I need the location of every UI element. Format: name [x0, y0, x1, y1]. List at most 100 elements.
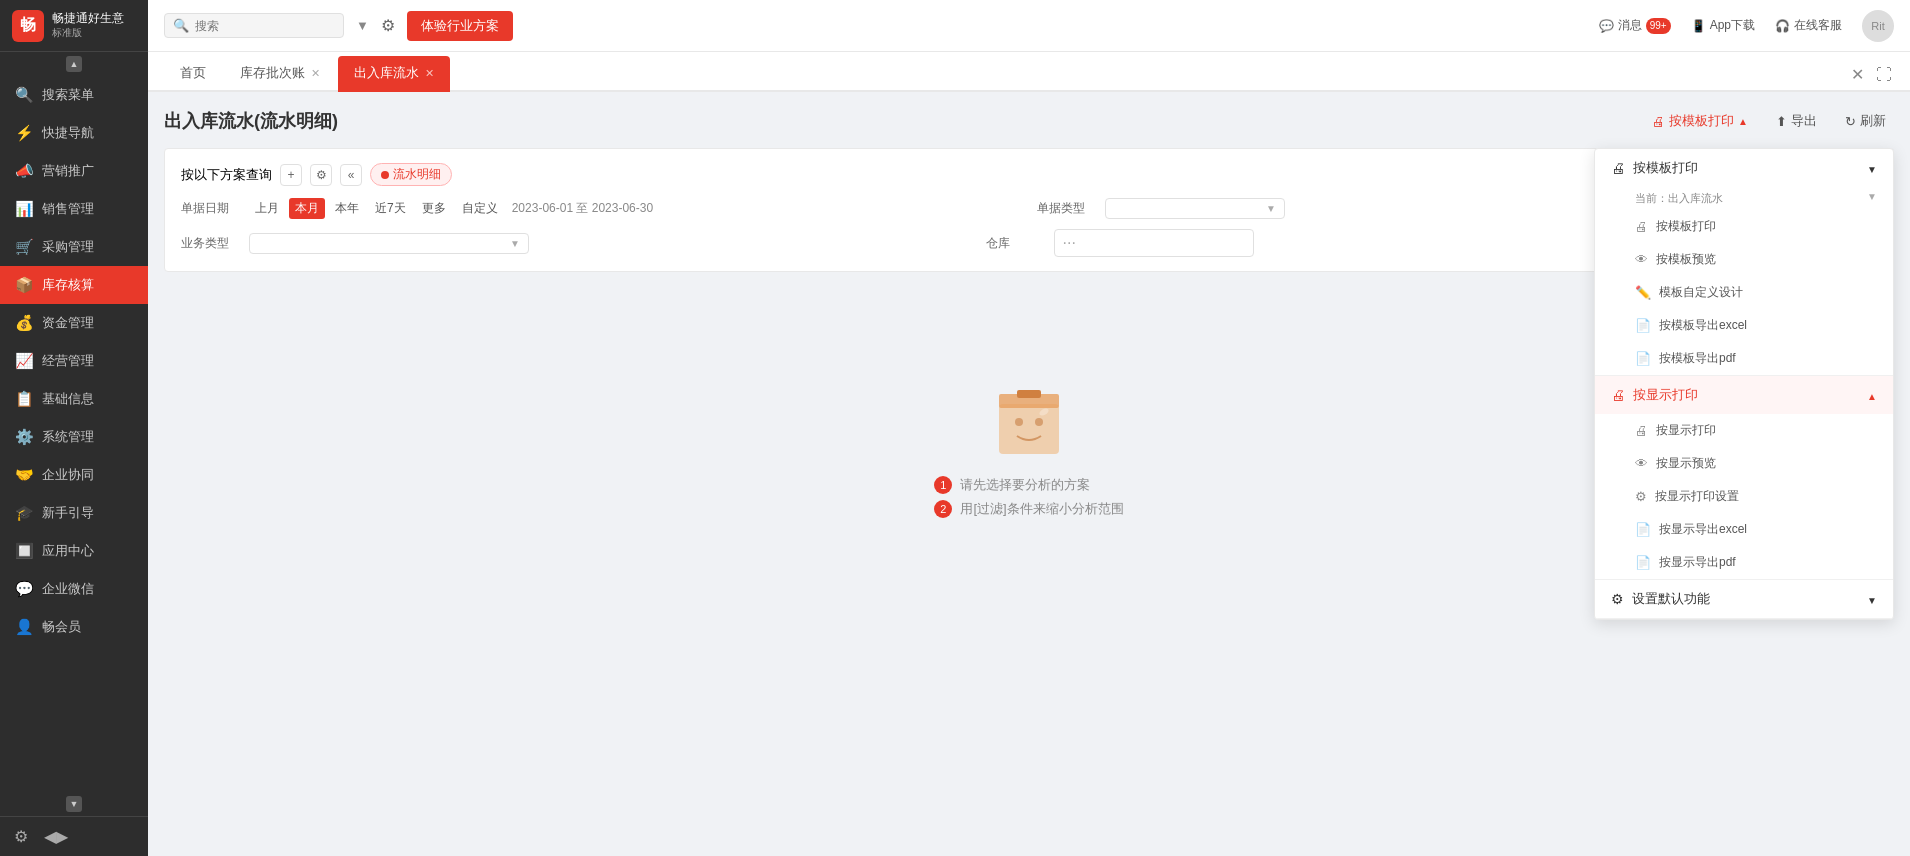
tab-flow-close[interactable]: ✕ [425, 68, 434, 79]
display-print-header[interactable]: 🖨 按显示打印 [1595, 376, 1893, 414]
template-current-label: 当前：出入库流水 ▼ [1595, 187, 1893, 210]
display-preview-item-label: 按显示预览 [1656, 455, 1716, 472]
sidebar-item-quicknav[interactable]: ⚡ 快捷导航 [0, 114, 148, 152]
sidebar-item-operations[interactable]: 📈 经营管理 [0, 342, 148, 380]
date-prev-month[interactable]: 上月 [249, 198, 285, 219]
sidebar-scroll-bottom[interactable]: ▼ [0, 792, 148, 816]
dropdown-arrow-icon: ▼ [356, 18, 369, 33]
step2-text: 用[过滤]条件来缩小分析范围 [960, 500, 1123, 518]
date-more[interactable]: 更多 [416, 198, 452, 219]
sidebar-item-finance[interactable]: 💰 资金管理 [0, 304, 148, 342]
sidebar-item-purchase[interactable]: 🛒 采购管理 [0, 228, 148, 266]
display-print-section: 🖨 按显示打印 🖨 按显示打印 👁 按显示预览 [1595, 376, 1893, 580]
sidebar-item-label: 采购管理 [42, 238, 94, 256]
filter-add-btn[interactable]: + [280, 164, 302, 186]
sidebar-item-newbie[interactable]: 🎓 新手引导 [0, 494, 148, 532]
scroll-down-arrow[interactable]: ▼ [66, 796, 82, 812]
print-action-btn[interactable]: 🖨 按模板打印 ▲ [1644, 108, 1756, 134]
display-print-item[interactable]: 🖨 按显示打印 [1595, 414, 1893, 447]
empty-svg [979, 364, 1079, 464]
template-preview-item[interactable]: 👁 按模板预览 [1595, 243, 1893, 276]
brand-name: 畅捷通好生意 [52, 11, 124, 27]
tab-batch[interactable]: 库存批次账 ✕ [224, 56, 336, 92]
template-print-item[interactable]: 🖨 按模板打印 [1595, 210, 1893, 243]
filter-warehouse-select[interactable]: ··· [1054, 229, 1254, 257]
scroll-up-arrow[interactable]: ▲ [66, 56, 82, 72]
tab-home[interactable]: 首页 [164, 56, 222, 92]
sidebar-item-label: 企业协同 [42, 466, 94, 484]
empty-illustration [979, 364, 1079, 464]
tabbar-right: ✕ ⛶ [1849, 63, 1894, 90]
topbar-search-box[interactable]: 🔍 [164, 13, 344, 38]
display-settings-item[interactable]: ⚙ 按显示打印设置 [1595, 480, 1893, 513]
svg-rect-0 [999, 404, 1059, 454]
trial-btn[interactable]: 体验行业方案 [407, 11, 513, 41]
sidebar-item-system[interactable]: ⚙️ 系统管理 [0, 418, 148, 456]
user-avatar[interactable]: Rit [1862, 10, 1894, 42]
template-custom-item[interactable]: ✏️ 模板自定义设计 [1595, 276, 1893, 309]
display-excel-item[interactable]: 📄 按显示导出excel [1595, 513, 1893, 546]
filter-header-label: 按以下方案查询 [181, 166, 272, 184]
export-label: 导出 [1791, 112, 1817, 130]
display-print-item-label: 按显示打印 [1656, 422, 1716, 439]
topbar-gear-icon[interactable]: ⚙ [381, 16, 395, 35]
msg-button[interactable]: 💬 消息 99+ [1599, 17, 1671, 34]
svg-point-3 [1015, 418, 1023, 426]
template-pdf-item[interactable]: 📄 按模板导出pdf [1595, 342, 1893, 375]
set-default-chevron [1867, 592, 1877, 607]
empty-steps: 1 请先选择要分析的方案 2 用[过滤]条件来缩小分析范围 [934, 476, 1123, 518]
chat-icon: 💬 [14, 580, 34, 598]
current-template-arrow: ▼ [1867, 191, 1877, 202]
sidebar-item-appcenter[interactable]: 🔲 应用中心 [0, 532, 148, 570]
sidebar-item-label: 应用中心 [42, 542, 94, 560]
display-preview-item[interactable]: 👁 按显示预览 [1595, 447, 1893, 480]
service-button[interactable]: 🎧 在线客服 [1775, 17, 1842, 34]
sidebar-item-inventory[interactable]: 📦 库存核算 [0, 266, 148, 304]
filter-doctype-select[interactable]: ▼ [1105, 198, 1285, 219]
date-current-month[interactable]: 本月 [289, 198, 325, 219]
sidebar-item-sales[interactable]: 📊 销售管理 [0, 190, 148, 228]
filter-collapse-btn[interactable]: « [340, 164, 362, 186]
tab-flow[interactable]: 出入库流水 ✕ [338, 56, 450, 92]
filter-biztype-select[interactable]: ▼ [249, 233, 529, 254]
filter-settings-btn[interactable]: ⚙ [310, 164, 332, 186]
sidebar-item-search[interactable]: 🔍 搜索菜单 [0, 76, 148, 114]
sidebar-nav: 🔍 搜索菜单 ⚡ 快捷导航 📣 营销推广 📊 销售管理 🛒 采购管理 📦 库存核… [0, 76, 148, 792]
sidebar-item-base[interactable]: 📋 基础信息 [0, 380, 148, 418]
topbar-dropdown[interactable]: ▼ [356, 18, 369, 33]
sidebar-item-label: 新手引导 [42, 504, 94, 522]
date-custom[interactable]: 自定义 [456, 198, 504, 219]
display-pdf-item[interactable]: 📄 按显示导出pdf [1595, 546, 1893, 579]
date-current-year[interactable]: 本年 [329, 198, 365, 219]
sidebar-item-entweixin[interactable]: 💬 企业微信 [0, 570, 148, 608]
handshake-icon: 🤝 [14, 466, 34, 484]
filter-biztype-field: 业务类型 ▼ [181, 233, 970, 254]
tab-maximize-icon[interactable]: ⛶ [1874, 64, 1894, 86]
date-last7[interactable]: 近7天 [369, 198, 412, 219]
sidebar-item-marketing[interactable]: 📣 营销推广 [0, 152, 148, 190]
filter-tag[interactable]: 流水明细 [370, 163, 452, 186]
sidebar-item-member[interactable]: 👤 畅会员 [0, 608, 148, 646]
tab-batch-close[interactable]: ✕ [311, 68, 320, 79]
msg-badge: 99+ [1646, 18, 1671, 34]
collapse-footer-icon[interactable]: ◀▶ [44, 827, 68, 846]
sidebar-item-enterprise[interactable]: 🤝 企业协同 [0, 456, 148, 494]
date-range-text: 2023-06-01 至 2023-06-30 [512, 200, 653, 217]
refresh-action-btn[interactable]: ↻ 刷新 [1837, 108, 1894, 134]
step1-text: 请先选择要分析的方案 [960, 476, 1090, 494]
set-default-header[interactable]: ⚙ 设置默认功能 [1595, 580, 1893, 618]
template-excel-item[interactable]: 📄 按模板导出excel [1595, 309, 1893, 342]
topbar-right: 💬 消息 99+ 📱 App下载 🎧 在线客服 Rit [1599, 10, 1894, 42]
settings-footer-icon[interactable]: ⚙ [14, 827, 28, 846]
printer-icon: 🖨 [1652, 114, 1665, 129]
tab-close-all-icon[interactable]: ✕ [1849, 63, 1866, 86]
set-default-icon: ⚙ [1611, 591, 1624, 607]
export-action-btn[interactable]: ⬆ 导出 [1768, 108, 1825, 134]
search-input[interactable] [195, 19, 315, 33]
sidebar-scroll-top[interactable]: ▲ [0, 52, 148, 76]
sidebar-item-label: 企业微信 [42, 580, 94, 598]
template-section-chevron [1867, 161, 1877, 176]
display-printer-icon: 🖨 [1635, 423, 1648, 438]
app-download-button[interactable]: 📱 App下载 [1691, 17, 1755, 34]
template-print-header[interactable]: 🖨 按模板打印 [1595, 149, 1893, 187]
